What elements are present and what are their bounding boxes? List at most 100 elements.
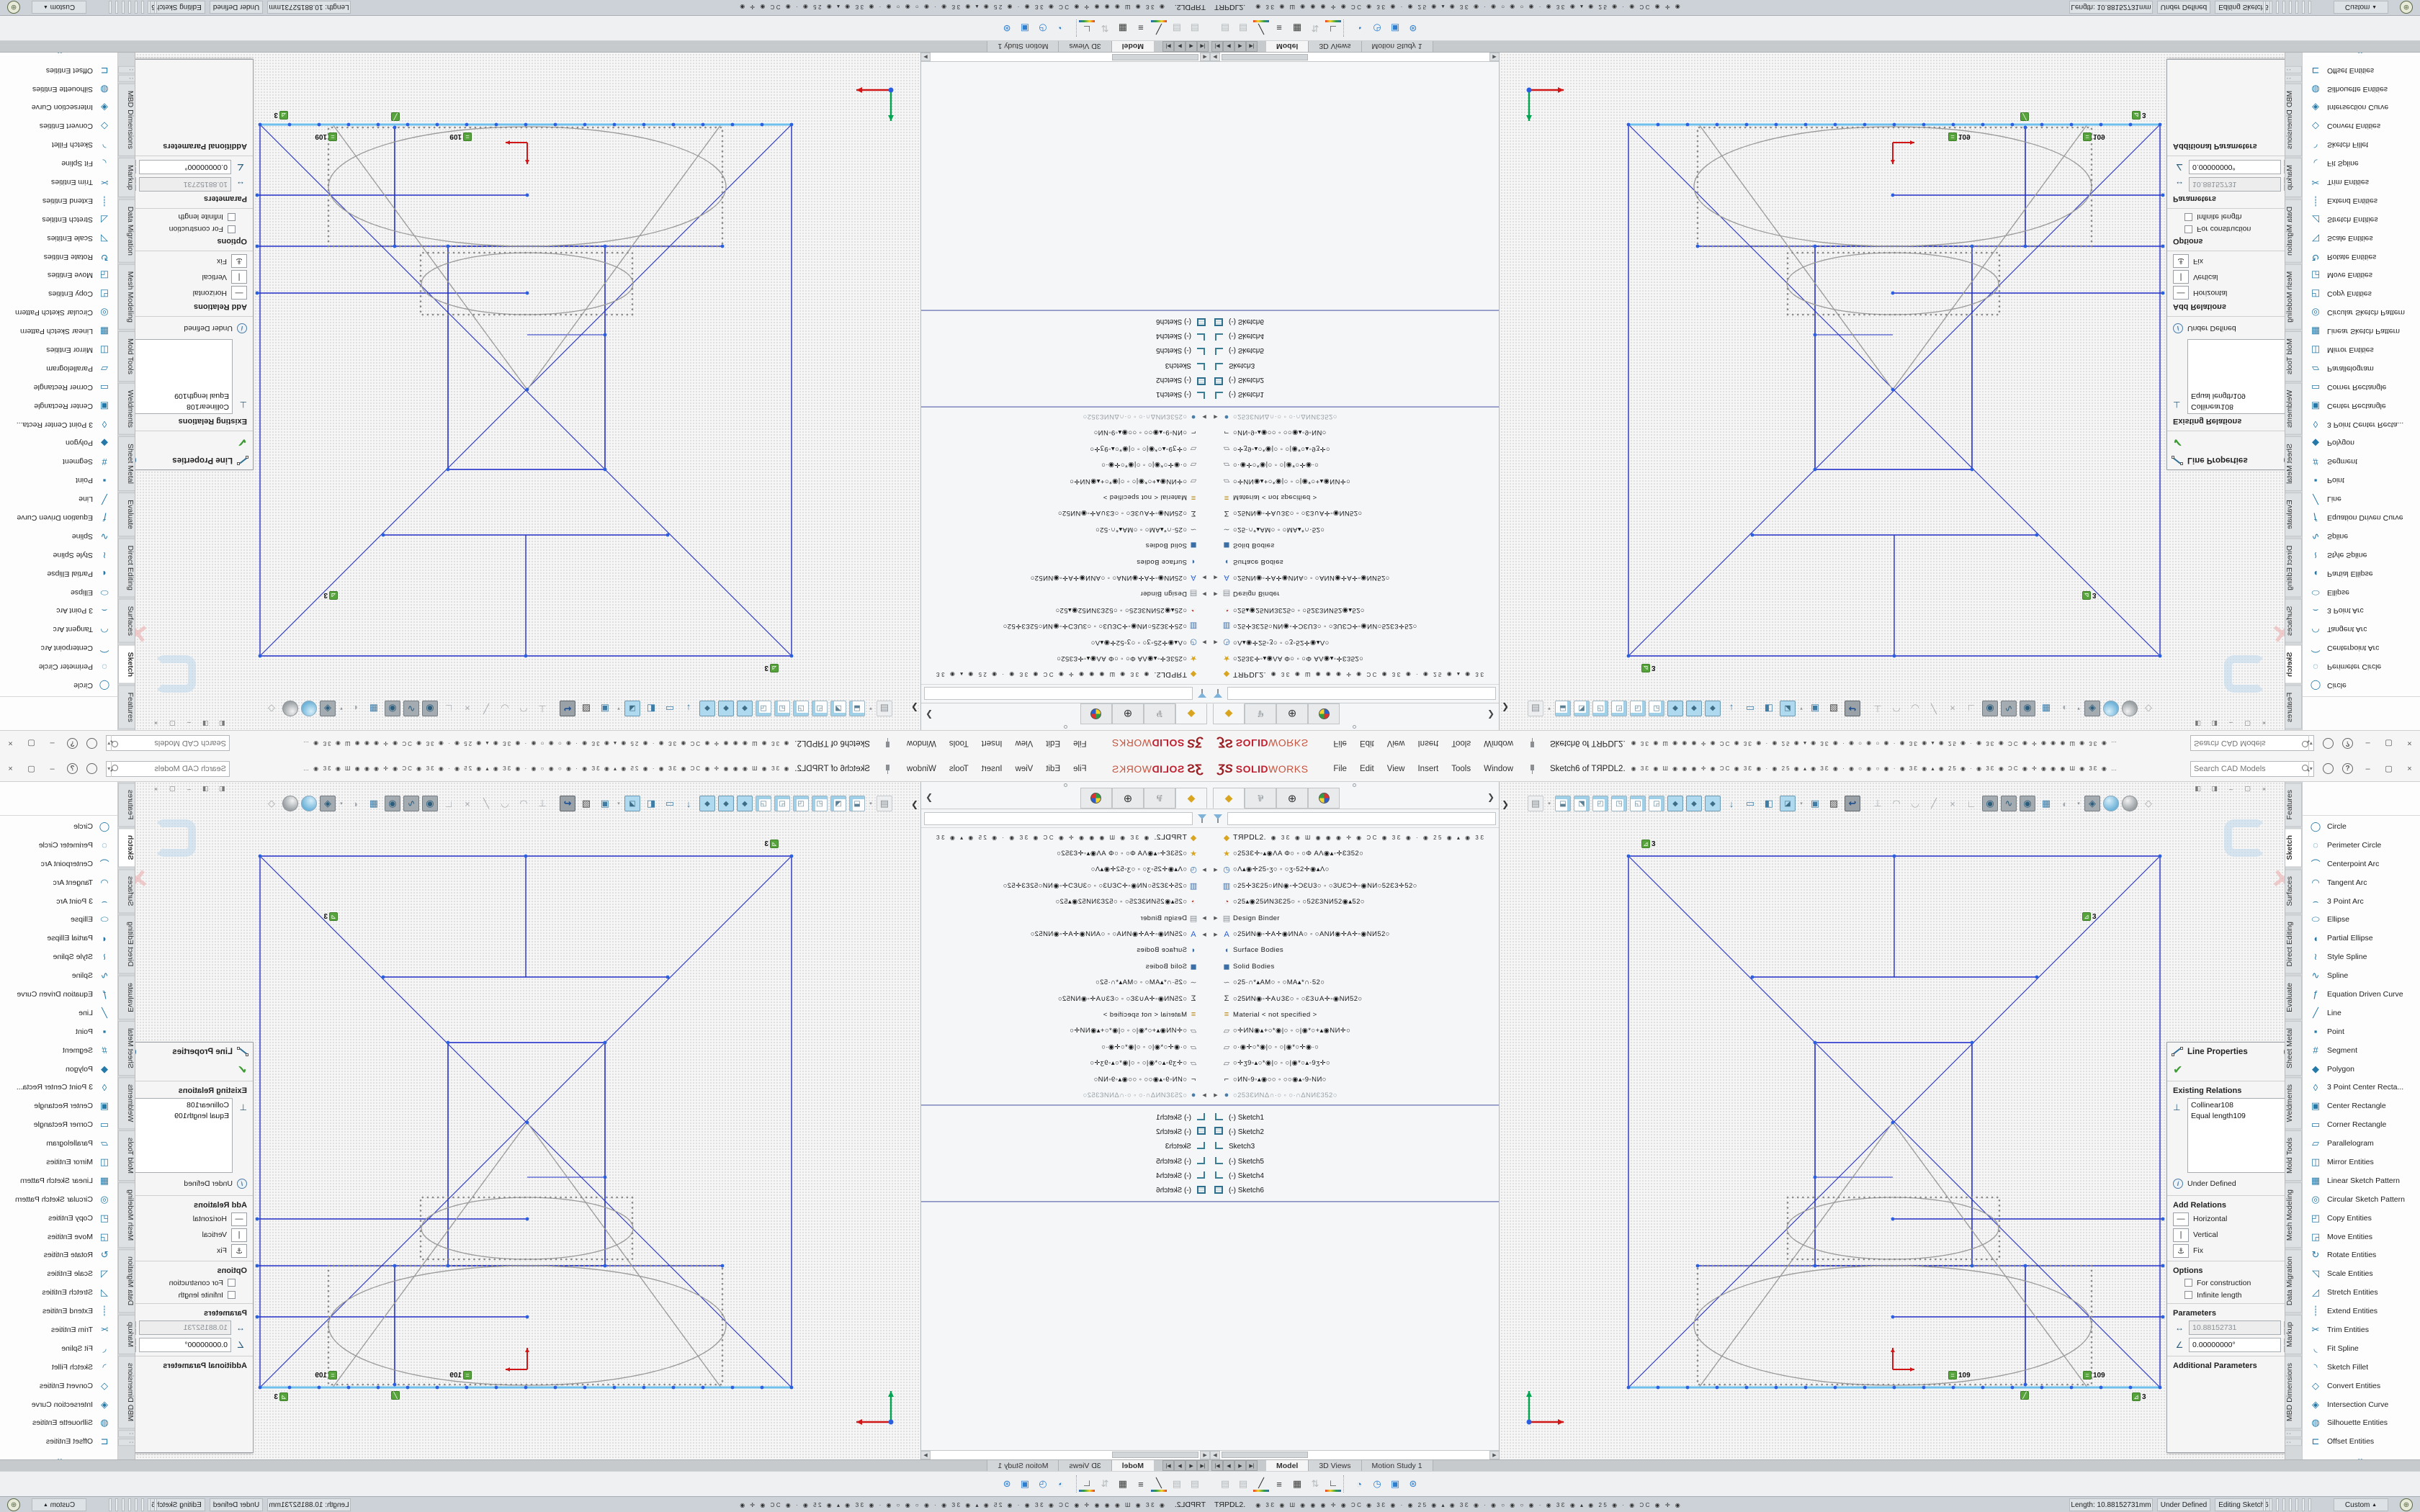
tab-data-migration[interactable]: Data Migration bbox=[118, 199, 135, 263]
confirmation-corner[interactable]: × bbox=[2224, 819, 2285, 895]
add-relation-fix[interactable]: ⚓Fix bbox=[2167, 253, 2298, 269]
tree-item[interactable]: ▱○✛ʒ9◦▴○*◉|○ ◦ ○|◉*○▴◦9ʒ✛○ bbox=[1211, 441, 1497, 456]
pin-icon[interactable] bbox=[883, 739, 893, 749]
tab-motion-study-1[interactable]: Motion Study 1 bbox=[1362, 1460, 1433, 1471]
relation-entry[interactable]: Equal length109 bbox=[131, 390, 229, 401]
tool-centerpoint-arc[interactable]: ⌒Centerpoint Arc bbox=[2303, 855, 2420, 873]
tool-sketch-fillet[interactable]: ◝Sketch Fillet bbox=[0, 1358, 117, 1377]
tool-line[interactable]: ╱Line bbox=[0, 1004, 117, 1022]
bottom-toolbar-icon[interactable]: ◷ bbox=[1369, 1476, 1385, 1492]
globe-icon[interactable]: ⊕ bbox=[2400, 1498, 2413, 1511]
tab-evaluate[interactable]: Evaluate bbox=[2285, 976, 2302, 1020]
bottom-toolbar-icon[interactable]: ▦ bbox=[1289, 20, 1305, 36]
restore-icon[interactable]: ▢ bbox=[2383, 737, 2395, 750]
relations-listbox[interactable]: Collinear108Equal length109 bbox=[2187, 339, 2293, 414]
tab-sketch[interactable]: Sketch bbox=[118, 828, 135, 867]
tree-item[interactable]: ◖Surface Bodies bbox=[923, 942, 1209, 958]
tool-convert-entities[interactable]: ◇Convert Entities bbox=[2303, 1377, 2420, 1395]
search-cad-models[interactable]: ▾ bbox=[2190, 761, 2314, 777]
tab-nav-icon[interactable]: ▶ bbox=[1234, 41, 1246, 52]
tab-nav-icon[interactable]: ▶| bbox=[1162, 41, 1174, 52]
tab-mold-tools[interactable]: Mold Tools bbox=[118, 331, 135, 382]
tab-featuremanager[interactable]: ◆ bbox=[1213, 703, 1245, 724]
restore-icon[interactable]: ▢ bbox=[2383, 762, 2395, 775]
relation-badge[interactable]: ╱ bbox=[391, 1391, 400, 1400]
tool-stretch-entities[interactable]: ◿Stretch Entities bbox=[2303, 1283, 2420, 1302]
tree-filter-input[interactable] bbox=[924, 688, 1193, 701]
tree-item[interactable]: Σ○25ИΝ◉◦✛A∪3Ɛ○ ◦ ○Ɛ3∪A✛◦◉ΝИ52○ bbox=[1211, 991, 1497, 1007]
expand-panel-icon[interactable]: ❯ bbox=[926, 710, 933, 720]
tab-features[interactable]: Features bbox=[118, 783, 135, 827]
tree-item[interactable]: ⌐○ИΝ◦9◦▴◉○○ ◦ ○○◉▴◦9◦ΝИ○ bbox=[923, 1071, 1209, 1087]
tool-perimeter-circle[interactable]: ◌Perimeter Circle bbox=[2303, 657, 2420, 676]
tool-circle[interactable]: ◯Circle bbox=[0, 817, 117, 836]
bottom-toolbar-icon[interactable]: ▤ bbox=[1187, 1476, 1203, 1492]
cancel-sketch-icon[interactable]: × bbox=[2271, 860, 2285, 896]
tool-scale-entities[interactable]: ◹Scale Entities bbox=[2303, 229, 2420, 248]
relation-badge[interactable]: ⊿ 3 bbox=[1641, 664, 1656, 672]
checkbox-icon[interactable] bbox=[2184, 213, 2192, 221]
tool-tangent-arc[interactable]: ◠Tangent Arc bbox=[2303, 620, 2420, 639]
menu-tools[interactable]: Tools bbox=[943, 737, 975, 751]
tree-split-divider[interactable] bbox=[1210, 406, 1499, 408]
tab-markup[interactable]: Markup bbox=[2285, 158, 2302, 197]
tab-markup[interactable]: Markup bbox=[118, 158, 135, 197]
tree-item-sketch[interactable]: (-) Sketch4 bbox=[1211, 329, 1497, 343]
tree-split-divider[interactable] bbox=[921, 310, 1210, 311]
tool-line[interactable]: ╱Line bbox=[0, 490, 117, 508]
menu-tools[interactable]: Tools bbox=[1445, 737, 1477, 751]
add-relation-horizontal[interactable]: —Horizontal bbox=[122, 285, 253, 301]
add-relation-vertical[interactable]: |Vertical bbox=[122, 269, 253, 285]
tab-surfaces[interactable]: Surfaces bbox=[2285, 599, 2302, 643]
section-options[interactable]: Options∧ bbox=[2167, 1264, 2298, 1277]
tool-mirror-entities[interactable]: ◫Mirror Entities bbox=[0, 1153, 117, 1171]
tool-corner-rectangle[interactable]: ▭Corner Rectangle bbox=[0, 378, 117, 397]
search-dropdown-icon[interactable]: ▾ bbox=[2308, 736, 2314, 752]
section-existing-relations[interactable]: Existing Relations∧ bbox=[2167, 1084, 2298, 1097]
tab-mbd-dimensions[interactable]: MBD Dimensions bbox=[2285, 84, 2302, 156]
tool-3-point-arc[interactable]: ⌢3 Point Arc bbox=[0, 892, 117, 911]
expand-arrow-icon[interactable]: ▶ bbox=[1200, 932, 1209, 937]
expand-arrow-icon[interactable]: ▶ bbox=[1211, 639, 1220, 645]
minimize-icon[interactable]: – bbox=[46, 737, 58, 750]
relation-badge-equal[interactable]: = 109 bbox=[2083, 132, 2105, 141]
bottom-toolbar-icon[interactable]: ▣ bbox=[1017, 20, 1033, 36]
option-infinite-length[interactable]: Infinite length bbox=[122, 211, 253, 223]
expand-arrow-icon[interactable]: ▶ bbox=[1200, 639, 1209, 645]
tool-partial-ellipse[interactable]: ◖Partial Ellipse bbox=[2303, 929, 2420, 948]
tool-3-point-center-recta-[interactable]: ◊3 Point Center Recta... bbox=[2303, 1078, 2420, 1097]
tree-item-sketch[interactable]: (-) Sketch1 bbox=[1211, 1110, 1497, 1125]
section-options[interactable]: Options∧ bbox=[122, 1264, 253, 1277]
tree-horizontal-scrollbar[interactable]: ◀ ▶ bbox=[920, 53, 1210, 62]
tool-stretch-entities[interactable]: ◿Stretch Entities bbox=[0, 1283, 117, 1302]
tab-mbd-dimensions[interactable]: MBD Dimensions bbox=[118, 1356, 135, 1428]
tree-item[interactable]: ▶●○253ƐИΝΔ∩·○ ◦ ○·∩ΔΝИƐ352○ bbox=[1211, 408, 1497, 424]
relation-badge[interactable]: ⊿ 3 bbox=[2082, 591, 2097, 600]
tool-point[interactable]: ▪Point bbox=[0, 1022, 117, 1041]
length-field[interactable]: 10.88152731 bbox=[139, 177, 231, 192]
confirmation-corner[interactable]: × bbox=[2224, 617, 2285, 693]
tree-item[interactable]: ⌐○ИΝ◦9◦▴◉○○ ◦ ○○◉▴◦9◦ΝИ○ bbox=[923, 425, 1209, 441]
tab-3d-views[interactable]: 3D Views bbox=[1309, 1460, 1361, 1471]
bottom-toolbar-icon[interactable]: ◔ bbox=[1053, 20, 1069, 36]
expand-arrow-icon[interactable]: ▶ bbox=[1211, 1092, 1220, 1098]
tab-displaymanager[interactable] bbox=[1308, 788, 1340, 809]
relation-badge-equal[interactable]: = 109 bbox=[449, 1371, 472, 1380]
section-additional-parameters[interactable]: Additional Parameters∨ bbox=[2167, 1359, 2298, 1372]
tree-item[interactable]: ★○253Ɛ✛◦▴◉ΛA Φ○ ◦ ○Φ AΛ◉▴◦✛Ɛ352○ bbox=[923, 650, 1209, 666]
scroll-left-icon[interactable]: ◀ bbox=[1200, 53, 1210, 61]
tab-nav-icon[interactable]: ▶ bbox=[1234, 1460, 1246, 1471]
relation-badge-equal[interactable]: = 109 bbox=[315, 1371, 337, 1380]
tree-item-sketch[interactable]: (-) Sketch1 bbox=[923, 1110, 1209, 1125]
tab-mold-tools[interactable]: Mold Tools bbox=[2285, 331, 2302, 382]
expand-panel-icon[interactable]: ❯ bbox=[1487, 710, 1494, 720]
scroll-right-icon[interactable]: ▶ bbox=[1489, 1451, 1500, 1459]
tab-nav-icon[interactable]: |◀ bbox=[1211, 41, 1223, 52]
horizontal-icon[interactable]: — bbox=[231, 287, 247, 300]
tool-rotate-entities[interactable]: ↻Rotate Entities bbox=[2303, 1246, 2420, 1264]
tool-centerpoint-arc[interactable]: ⌒Centerpoint Arc bbox=[0, 639, 117, 657]
tree-item[interactable]: ∽○25·∩*▴AM○ ◦ ○MA▴*∩·52○ bbox=[1211, 975, 1497, 991]
add-relation-horizontal[interactable]: —Horizontal bbox=[2167, 285, 2298, 301]
search-dropdown-icon[interactable]: ▾ bbox=[2308, 761, 2314, 777]
tab-markup[interactable]: Markup bbox=[2285, 1315, 2302, 1354]
